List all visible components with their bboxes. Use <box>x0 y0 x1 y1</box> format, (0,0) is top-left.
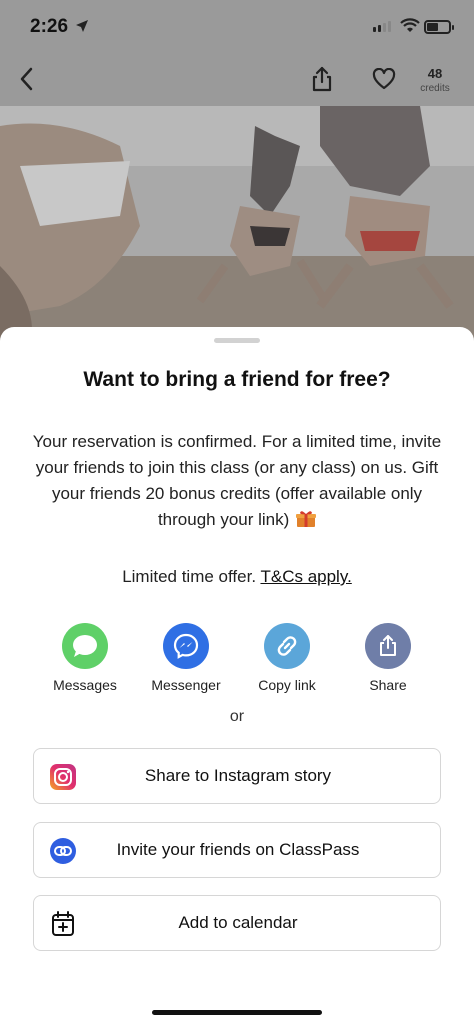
invite-on-classpass-label: Invite your friends on ClassPass <box>116 840 360 859</box>
credits-label: credits <box>420 83 450 94</box>
offer-line: Limited time offer. T&Cs apply. <box>0 567 474 587</box>
copy-link-button[interactable]: Copy link <box>237 623 337 693</box>
terms-link[interactable]: T&Cs apply. <box>260 567 351 586</box>
gift-icon <box>296 511 317 527</box>
class-navbar: 48 credits <box>0 54 474 106</box>
add-to-calendar-button[interactable]: Add to calendar <box>33 895 441 951</box>
messages-icon <box>62 623 108 669</box>
or-divider: or <box>229 708 245 725</box>
share-messages-label: Messages <box>53 677 117 693</box>
cellular-signal-icon <box>373 21 391 32</box>
sheet-body: Your reservation is confirmed. For a lim… <box>28 429 446 533</box>
location-arrow-icon <box>76 20 88 32</box>
copy-link-label: Copy link <box>258 677 316 693</box>
home-indicator[interactable] <box>152 1010 322 1015</box>
share-icon <box>365 623 411 669</box>
sheet-title: Want to bring a friend for free? <box>83 368 391 391</box>
share-more-label: Share <box>369 677 407 693</box>
status-time: 2:26 <box>30 16 69 37</box>
wifi-icon <box>400 18 420 32</box>
battery-icon <box>424 20 454 34</box>
share-more-button[interactable]: Share <box>338 623 438 693</box>
add-to-calendar-label: Add to calendar <box>178 913 298 932</box>
credits-balance[interactable]: 48 credits <box>414 66 456 94</box>
back-chevron-icon[interactable] <box>16 66 38 92</box>
invite-friend-sheet: Want to bring a friend for free? Your re… <box>0 327 474 1025</box>
status-bar: 2:26 <box>0 0 474 54</box>
share-instagram-story-label: Share to Instagram story <box>144 766 332 785</box>
credits-count: 48 <box>427 66 443 81</box>
nav-share-icon[interactable] <box>310 65 334 93</box>
share-instagram-story-button[interactable]: Share to Instagram story <box>33 748 441 804</box>
messenger-icon <box>163 623 209 669</box>
link-icon <box>264 623 310 669</box>
share-messages-button[interactable]: Messages <box>35 623 135 693</box>
invite-on-classpass-button[interactable]: Invite your friends on ClassPass <box>33 822 441 878</box>
share-messenger-button[interactable]: Messenger <box>136 623 236 693</box>
offer-text: Limited time offer. <box>122 567 257 586</box>
class-hero-image <box>0 106 474 346</box>
favorite-heart-icon[interactable] <box>372 68 396 90</box>
sheet-grabber[interactable] <box>214 338 260 343</box>
share-options: Messages Messenger Copy link Share <box>0 623 474 693</box>
share-messenger-label: Messenger <box>151 677 221 693</box>
sheet-body-text: Your reservation is confirmed. For a lim… <box>32 432 442 529</box>
